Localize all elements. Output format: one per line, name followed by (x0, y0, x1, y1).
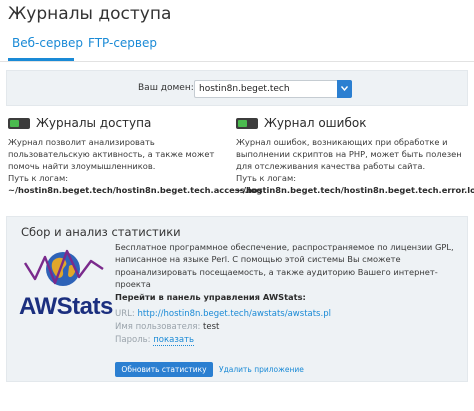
tab-bar: Веб-сервер FTP-сервер (0, 34, 474, 62)
toggle-knob (238, 120, 247, 127)
show-password-link[interactable]: показать (153, 335, 195, 346)
tab-ftp-server[interactable]: FTP-сервер (88, 36, 157, 50)
url-label: URL: (115, 309, 135, 319)
active-tab-indicator (8, 58, 74, 61)
stats-desc-text: Бесплатное программное обеспечение, расп… (115, 242, 454, 290)
username-row: Имя пользователя: test (115, 322, 219, 332)
awstats-logo: AWStats (19, 239, 119, 329)
access-log-toggle[interactable] (8, 118, 30, 129)
tab-web-server[interactable]: Веб-сервер (12, 36, 83, 50)
access-log-title: Журналы доступа (36, 116, 152, 130)
password-label: Пароль: (115, 335, 151, 345)
awstats-url-link[interactable]: http://hostin8n.beget.tech/awstats/awsta… (137, 309, 331, 319)
access-log-path-label: Путь к логам: (8, 173, 69, 183)
error-log-desc-text: Журнал ошибок, возникающих при обработке… (236, 137, 462, 171)
stats-panel: Сбор и анализ статистики AWStats Бесплат… (6, 216, 468, 382)
dropdown-button[interactable] (337, 80, 352, 98)
access-log-path: ~/hostin8n.beget.tech/hostin8n.beget.tec… (8, 185, 263, 195)
access-log-block: Журналы доступа Журнал позволит анализир… (8, 116, 263, 206)
domain-panel: Ваш домен: hostin8n.beget.tech (6, 70, 468, 106)
domain-label: Ваш домен: (138, 83, 194, 93)
error-log-path-label: Путь к логам: (236, 173, 297, 183)
username-value: test (203, 322, 220, 332)
globe-icon (23, 249, 104, 286)
error-log-title: Журнал ошибок (264, 116, 367, 130)
password-row: Пароль: показать (115, 335, 195, 346)
delete-app-link[interactable]: Удалить приложение (219, 365, 304, 374)
error-log-toggle[interactable] (236, 118, 258, 129)
awstats-panel-link-label: Перейти в панель управления AWStats: (115, 291, 306, 302)
url-row: URL: http://hostin8n.beget.tech/awstats/… (115, 309, 331, 319)
access-log-description: Журнал позволит анализировать пользовате… (8, 136, 263, 196)
domain-select-value: hostin8n.beget.tech (199, 84, 290, 94)
toggle-knob (10, 120, 19, 127)
domain-row: Ваш домен: hostin8n.beget.tech (7, 80, 467, 100)
error-log-path: ~/hostin8n.beget.tech/hostin8n.beget.tec… (236, 185, 474, 195)
update-stats-button[interactable]: Обновить статистику (115, 362, 213, 377)
chevron-down-icon (341, 86, 348, 91)
stats-description: Бесплатное программное обеспечение, расп… (115, 241, 460, 303)
error-log-description: Журнал ошибок, возникающих при обработке… (236, 136, 474, 196)
username-label: Имя пользователя: (115, 322, 201, 332)
error-log-block: Журнал ошибок Журнал ошибок, возникающих… (236, 116, 474, 206)
awstats-logo-text: AWStats (19, 293, 113, 320)
domain-select[interactable]: hostin8n.beget.tech (194, 80, 352, 98)
access-log-desc-text: Журнал позволит анализировать пользовате… (8, 137, 215, 171)
page-title: Журналы доступа (8, 4, 172, 24)
stats-section-title: Сбор и анализ статистики (21, 225, 181, 239)
